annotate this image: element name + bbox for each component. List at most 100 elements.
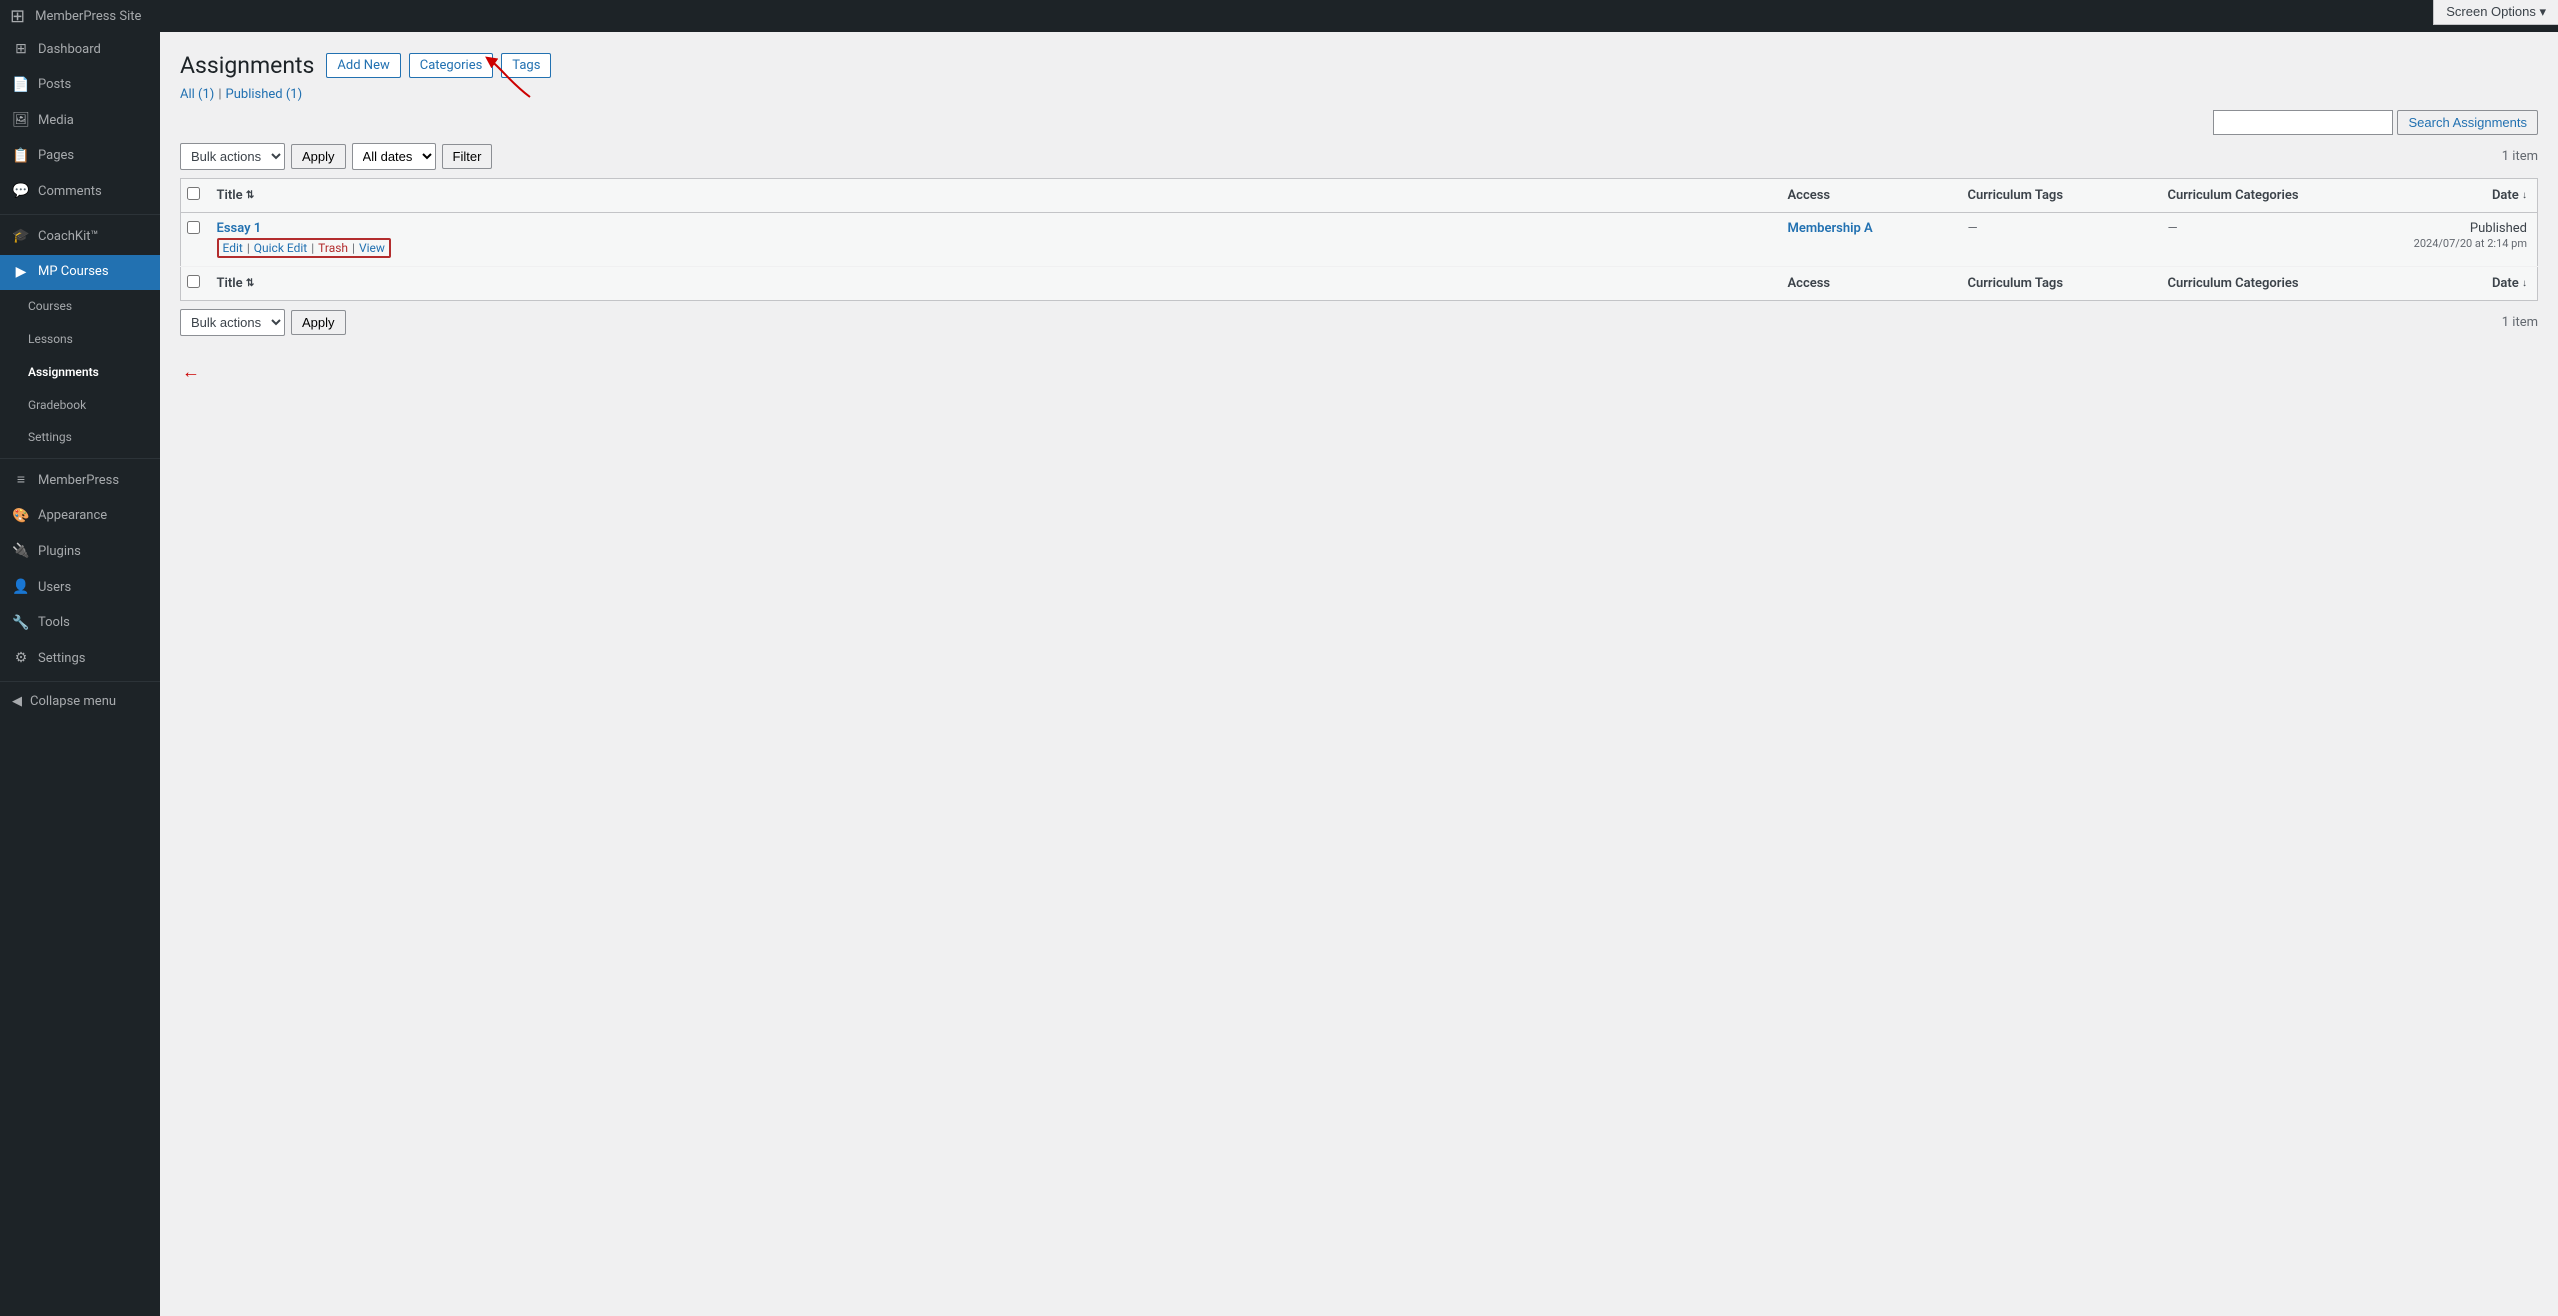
sidebar-item-tools[interactable]: 🔧 Tools [0, 606, 160, 642]
row-select-checkbox[interactable] [187, 221, 200, 234]
row-date-status: Published [2470, 221, 2527, 236]
media-icon: 🖼 [12, 111, 30, 131]
search-input[interactable] [2213, 110, 2393, 135]
row-date-cell: Published 2024/07/20 at 2:14 pm [2358, 213, 2538, 267]
footer-tags-col: Curriculum Tags [1958, 267, 2158, 301]
title-sort-indicator: ⇅ [246, 190, 254, 201]
collapse-icon: ◀ [12, 694, 22, 709]
date-sort-indicator: ↓ [2522, 190, 2527, 201]
sidebar-item-media[interactable]: 🖼 Media [0, 103, 160, 139]
tablenav-bottom: Bulk actions Apply 1 item [180, 309, 2538, 336]
date-sort-label[interactable]: Date ↓ [2492, 188, 2527, 203]
sidebar-item-courses[interactable]: Courses [0, 290, 160, 323]
sidebar-item-appearance[interactable]: 🎨 Appearance [0, 499, 160, 535]
categories-button[interactable]: Categories [409, 53, 494, 78]
table-foot: Title ⇅ Access Curriculum Tags Curriculu… [181, 267, 2538, 301]
footer-checkbox-col [181, 267, 207, 301]
sidebar-item-plugins[interactable]: 🔌 Plugins [0, 534, 160, 570]
admin-menu: ⊞ Dashboard 📄 Posts 🖼 Media 📋 Pages 💬 Co… [0, 32, 160, 1316]
sidebar-item-label-lessons: Lessons [28, 331, 73, 348]
sidebar-item-lessons[interactable]: Lessons [0, 323, 160, 356]
row-title-link[interactable]: Essay 1 [217, 221, 262, 236]
filter-published-link[interactable]: Published (1) [226, 87, 303, 102]
memberpress-icon: ≡ [12, 471, 30, 491]
subsubsub-separator: | [218, 87, 221, 102]
sidebar-item-label-coachkit: CoachKit™ [38, 228, 99, 246]
sidebar-item-assignments[interactable]: Assignments ← [0, 356, 160, 389]
filter-published-count: (1) [286, 87, 302, 102]
add-new-button[interactable]: Add New [326, 53, 400, 78]
bulk-actions-top-select[interactable]: Bulk actions [180, 143, 285, 170]
sidebar-item-label-settings-courses: Settings [28, 429, 72, 446]
menu-divider-1 [0, 214, 160, 215]
table-header-row: Title ⇅ Access Curriculum Tags Curriculu… [181, 179, 2538, 213]
row-checkbox-cell [181, 213, 207, 267]
sidebar-item-gradebook[interactable]: Gradebook [0, 389, 160, 422]
row-edit-link[interactable]: Edit [223, 241, 243, 255]
row-access-cell: Membership A [1778, 213, 1958, 267]
row-date-value: 2024/07/20 at 2:14 pm [2414, 237, 2527, 250]
sidebar-item-coachkit[interactable]: 🎓 CoachKit™ [0, 219, 160, 255]
menu-divider-2 [0, 458, 160, 459]
row-actions: Edit | Quick Edit | Trash | View [217, 238, 1768, 258]
filter-all-count: (1) [198, 87, 214, 102]
footer-title-col[interactable]: Title ⇅ [207, 267, 1778, 301]
tablenav-top-count: 1 item [2502, 149, 2538, 164]
page-header: Assignments Add New Categories Tags [180, 52, 2538, 79]
tablenav-bottom-count: 1 item [2502, 315, 2538, 330]
settings-icon: ⚙ [12, 649, 30, 669]
title-sort-label[interactable]: Title ⇅ [217, 188, 255, 203]
header-title-col[interactable]: Title ⇅ [207, 179, 1778, 213]
row-action-sep2: | [311, 241, 314, 255]
sidebar-item-posts[interactable]: 📄 Posts [0, 68, 160, 104]
tags-button[interactable]: Tags [501, 53, 551, 78]
sidebar-item-dashboard[interactable]: ⊞ Dashboard [0, 32, 160, 68]
footer-date-sort: ↓ [2522, 278, 2527, 289]
sidebar-item-settings[interactable]: ⚙ Settings [0, 641, 160, 677]
row-curriculum-tags-cell: — [1958, 213, 2158, 267]
row-trash-link[interactable]: Trash [318, 241, 348, 255]
screen-options-button[interactable]: Screen Options ▾ [2433, 0, 2558, 25]
sidebar-item-label-posts: Posts [38, 76, 71, 94]
sidebar-item-pages[interactable]: 📋 Pages [0, 139, 160, 175]
row-access-link[interactable]: Membership A [1788, 221, 1873, 236]
apply-top-button[interactable]: Apply [291, 144, 346, 169]
users-icon: 👤 [12, 578, 30, 598]
sidebar-item-settings-courses[interactable]: Settings [0, 421, 160, 454]
search-assignments-button[interactable]: Search Assignments [2397, 110, 2538, 135]
header-curriculum-tags-col: Curriculum Tags [1958, 179, 2158, 213]
footer-date-col[interactable]: Date ↓ [2358, 267, 2538, 301]
filter-all-link[interactable]: All (1) [180, 87, 214, 102]
row-quick-edit-link[interactable]: Quick Edit [254, 241, 307, 255]
sidebar-item-label-collapse: Collapse menu [30, 694, 116, 709]
curriculum-categories-value: — [2168, 221, 2178, 236]
filter-button[interactable]: Filter [442, 144, 493, 169]
select-all-checkbox-top[interactable] [187, 187, 200, 200]
sidebar-item-memberpress[interactable]: ≡ MemberPress [0, 463, 160, 499]
footer-date-col-label: Date [2492, 276, 2519, 291]
assignments-table: Title ⇅ Access Curriculum Tags Curriculu… [180, 178, 2538, 301]
bulk-actions-bottom-select[interactable]: Bulk actions [180, 309, 285, 336]
row-action-sep3: | [352, 241, 355, 255]
subsubsub-nav: All (1) | Published (1) [180, 87, 2538, 102]
date-filter-select[interactable]: All dates [352, 143, 436, 170]
footer-categories-col: Curriculum Categories [2158, 267, 2358, 301]
apply-bottom-button[interactable]: Apply [291, 310, 346, 335]
mp-courses-icon: ▶ [12, 263, 30, 283]
sidebar-item-label-comments: Comments [38, 183, 102, 201]
table-row: Essay 1 Edit | Quick Edit | Trash | View [181, 213, 2538, 267]
header-date-col[interactable]: Date ↓ [2358, 179, 2538, 213]
sidebar-item-collapse[interactable]: ◀ Collapse menu [0, 686, 160, 717]
row-view-link[interactable]: View [359, 241, 385, 255]
footer-title-label[interactable]: Title ⇅ [217, 276, 255, 291]
sidebar-item-label-tools: Tools [38, 614, 70, 632]
sidebar-item-label-appearance: Appearance [38, 507, 107, 525]
sidebar-item-mp-courses[interactable]: ▶ MP Courses [0, 255, 160, 291]
sidebar-item-comments[interactable]: 💬 Comments [0, 174, 160, 210]
page-title: Assignments [180, 52, 314, 79]
sidebar-item-users[interactable]: 👤 Users [0, 570, 160, 606]
select-all-checkbox-bottom[interactable] [187, 275, 200, 288]
bottom-item-count: 1 item [2502, 315, 2538, 330]
sidebar-item-label-courses: Courses [28, 298, 72, 315]
appearance-icon: 🎨 [12, 507, 30, 527]
